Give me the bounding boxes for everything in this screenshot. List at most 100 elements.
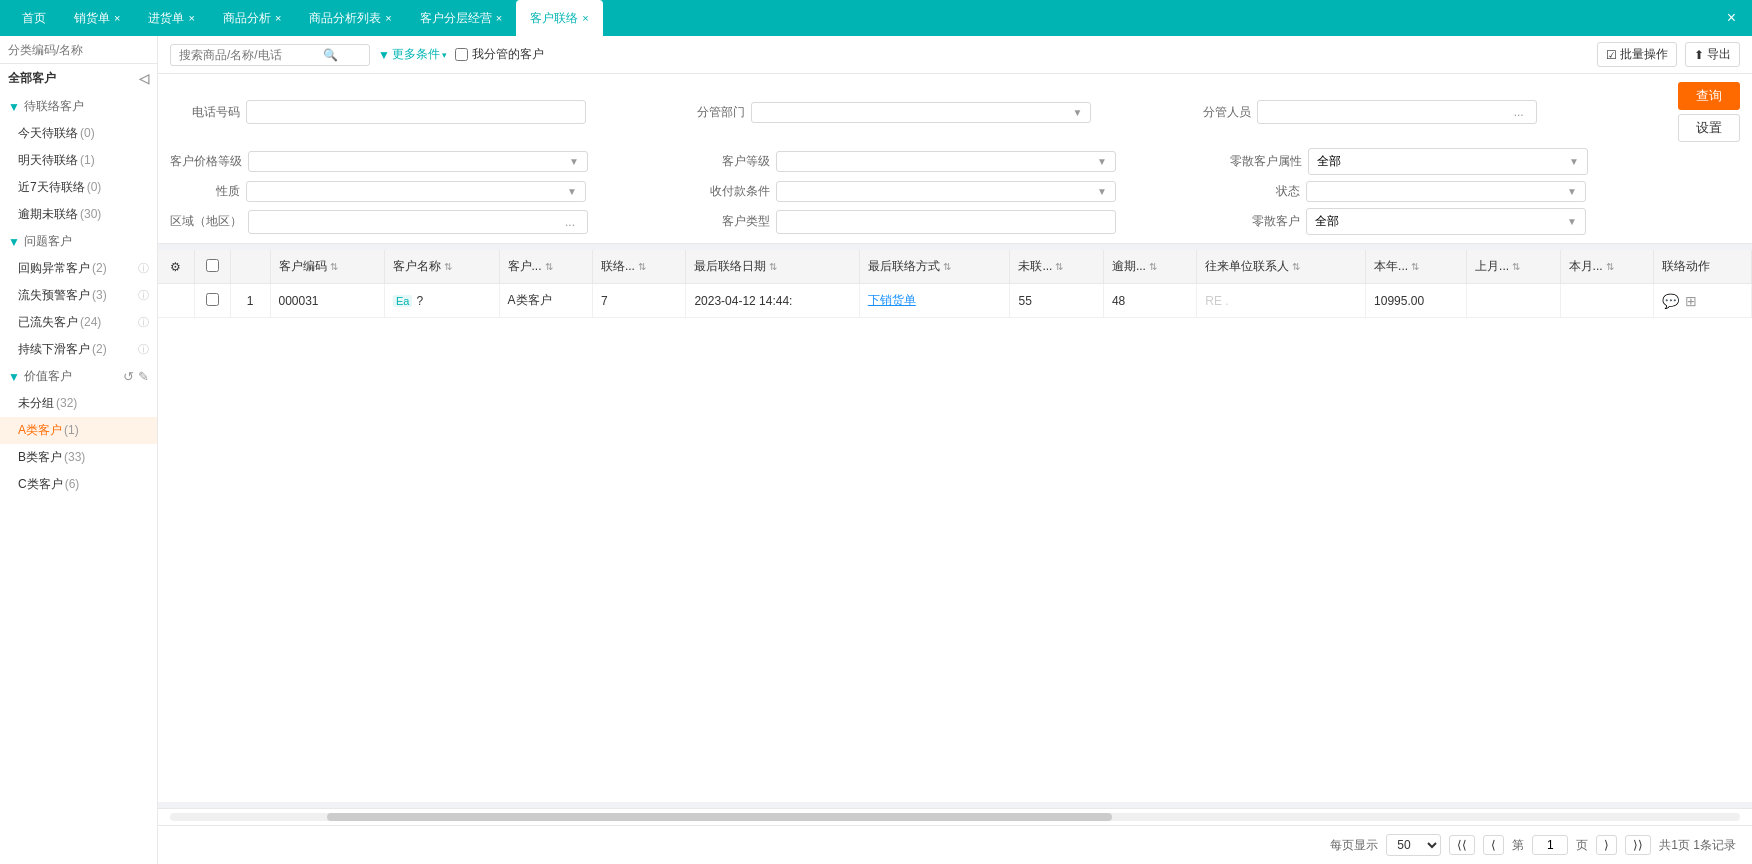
sidebar-search-input[interactable] [8,43,158,57]
sidebar-all-customers[interactable]: 全部客户 ◁ [0,64,157,93]
filter-select-retail-attr[interactable]: 全部 ▼ [1308,148,1588,175]
sidebar-item-7days-contact[interactable]: 近7天待联络(0) [0,174,157,201]
sidebar-group-problems[interactable]: ▼ 问题客户 [0,228,157,255]
select-all-checkbox[interactable] [206,259,219,272]
filter-select-price-level[interactable]: ▼ [248,151,588,172]
scrollbar-thumb[interactable] [327,813,1112,821]
nav-customer-segment-close[interactable]: × [496,12,502,24]
sidebar-collapse-icon[interactable]: ◁ [139,71,149,86]
col-last-contact-method[interactable]: 最后联络方式 ⇅ [859,250,1010,284]
filter-select-nature[interactable]: ▼ [246,181,586,202]
nav-goods-analysis[interactable]: 商品分析 × [209,0,295,36]
horizontal-scrollbar[interactable] [158,808,1752,825]
nav-goods-list[interactable]: 商品分析列表 × [295,0,405,36]
sidebar-item-c-class[interactable]: C类客户(6) [0,471,157,498]
sidebar-item-overdue-contact[interactable]: 逾期未联络(30) [0,201,157,228]
ellipsis-icon[interactable]: ... [1510,105,1528,119]
nav-home[interactable]: 首页 [8,0,60,36]
more-action-icon[interactable]: ⊞ [1685,293,1697,309]
close-all-btn[interactable]: × [1719,9,1744,27]
triangle-icon-2: ▼ [8,235,20,249]
filter-input-phone[interactable] [246,100,586,124]
nav-goods-list-close[interactable]: × [385,12,391,24]
col-level[interactable]: 客户... ⇅ [499,250,592,284]
last-page-btn[interactable]: ⟩⟩ [1625,835,1651,855]
filter-select-payment[interactable]: ▼ [776,181,1116,202]
sidebar-group-value[interactable]: ▼ 价值客户 ↺ ✎ [0,363,157,390]
current-page-input[interactable] [1532,835,1568,855]
filter-icon: ▼ [378,48,390,62]
export-btn[interactable]: ⬆ 导出 [1685,42,1740,67]
filter-select-customer-level[interactable]: ▼ [776,151,1116,172]
filter-label-dept: 分管部门 [675,104,745,121]
col-action: 联络动作 [1653,250,1751,284]
filter-label-manager: 分管人员 [1181,104,1251,121]
nav-sales-close[interactable]: × [114,12,120,24]
filter-field-retail-customer: 零散客户 全部 ▼ [1230,208,1740,235]
sidebar-item-churn-warning[interactable]: 流失预警客户(3) ⓘ [0,282,157,309]
col-last-contact-date[interactable]: 最后联络日期 ⇅ [686,250,859,284]
col-overdue[interactable]: 逾期... ⇅ [1103,250,1196,284]
contact-action-icon[interactable]: 💬 [1662,293,1679,309]
filter-select-status[interactable]: ▼ [1306,181,1586,202]
nav-customer-segment[interactable]: 客户分层经营 × [406,0,516,36]
sort-not-contacted-icon: ⇅ [1055,261,1063,272]
my-customers-checkbox-label[interactable]: 我分管的客户 [455,46,544,63]
sidebar-item-b-class[interactable]: B类客户(33) [0,444,157,471]
col-this-month[interactable]: 本月... ⇅ [1560,250,1653,284]
filter-select-region[interactable]: ... [248,210,588,234]
row-index-cell: 1 [230,284,270,318]
col-this-year[interactable]: 本年... ⇅ [1366,250,1467,284]
row-checkbox[interactable] [206,293,219,306]
sidebar-item-churned[interactable]: 已流失客户(24) ⓘ [0,309,157,336]
last-contact-method-link[interactable]: 下销货单 [868,293,916,307]
sidebar-item-a-class[interactable]: A类客户(1) [0,417,157,444]
search-input[interactable] [179,48,319,62]
row-checkbox-cell[interactable] [194,284,230,318]
filter-input-customer-type[interactable] [776,210,1116,234]
col-not-contacted[interactable]: 未联... ⇅ [1010,250,1103,284]
per-page-select[interactable]: 50 100 200 [1386,834,1441,856]
nav-sales[interactable]: 销货单 × [60,0,134,36]
nav-customer-contact-close[interactable]: × [582,12,588,24]
scrollbar-track[interactable] [170,813,1740,821]
my-customers-checkbox[interactable] [455,48,468,61]
ellipsis-region-icon[interactable]: ... [561,215,579,229]
sidebar-item-declining[interactable]: 持续下滑客户(2) ⓘ [0,336,157,363]
filter-select-dept[interactable]: ▼ [751,102,1091,123]
sidebar-item-unclassified[interactable]: 未分组(32) [0,390,157,417]
col-last-month[interactable]: 上月... ⇅ [1467,250,1560,284]
col-unit-contact[interactable]: 往来单位联系人 ⇅ [1197,250,1366,284]
sidebar-group-pending[interactable]: ▼ 待联络客户 [0,93,157,120]
sort-name-icon: ⇅ [444,261,452,272]
sidebar-item-repurchase-abnormal[interactable]: 回购异常客户(2) ⓘ [0,255,157,282]
sidebar-item-today-contact[interactable]: 今天待联络(0) [0,120,157,147]
next-page-btn[interactable]: ⟩ [1596,835,1617,855]
filter-row-1: 电话号码 分管部门 ▼ 分管人员 ... [170,82,1740,142]
batch-op-btn[interactable]: ☑ 批量操作 [1597,42,1677,67]
nav-purchase-close[interactable]: × [188,12,194,24]
row-action-cell: 💬 ⊞ [1653,284,1751,318]
col-contact-count[interactable]: 联络... ⇅ [592,250,685,284]
settings-btn[interactable]: 设置 [1678,114,1740,142]
filter-select-retail-customer[interactable]: 全部 ▼ [1306,208,1586,235]
edit-group-icon[interactable]: ✎ [138,369,149,384]
col-name[interactable]: 客户名称 ⇅ [385,250,500,284]
col-checkbox-header[interactable] [194,250,230,284]
refresh-icon[interactable]: ↺ [123,369,134,384]
search-icon: 🔍 [323,48,338,62]
filter-select-manager[interactable]: ... [1257,100,1537,124]
search-box[interactable]: 🔍 [170,44,370,66]
nav-goods-analysis-close[interactable]: × [275,12,281,24]
more-conditions-btn[interactable]: ▼ 更多条件 ▾ [378,46,447,63]
prev-page-btn[interactable]: ⟨ [1483,835,1504,855]
col-code[interactable]: 客户编码 ⇅ [270,250,385,284]
query-btn[interactable]: 查询 [1678,82,1740,110]
total-records-info: 共1页 1条记录 [1659,837,1736,854]
col-settings[interactable]: ⚙ [158,250,194,284]
nav-purchase[interactable]: 进货单 × [134,0,208,36]
nav-customer-contact[interactable]: 客户联络 × [516,0,602,36]
sidebar-item-tomorrow-contact[interactable]: 明天待联络(1) [0,147,157,174]
sidebar-search-bar: 🔍 [0,36,157,64]
first-page-btn[interactable]: ⟨⟨ [1449,835,1475,855]
